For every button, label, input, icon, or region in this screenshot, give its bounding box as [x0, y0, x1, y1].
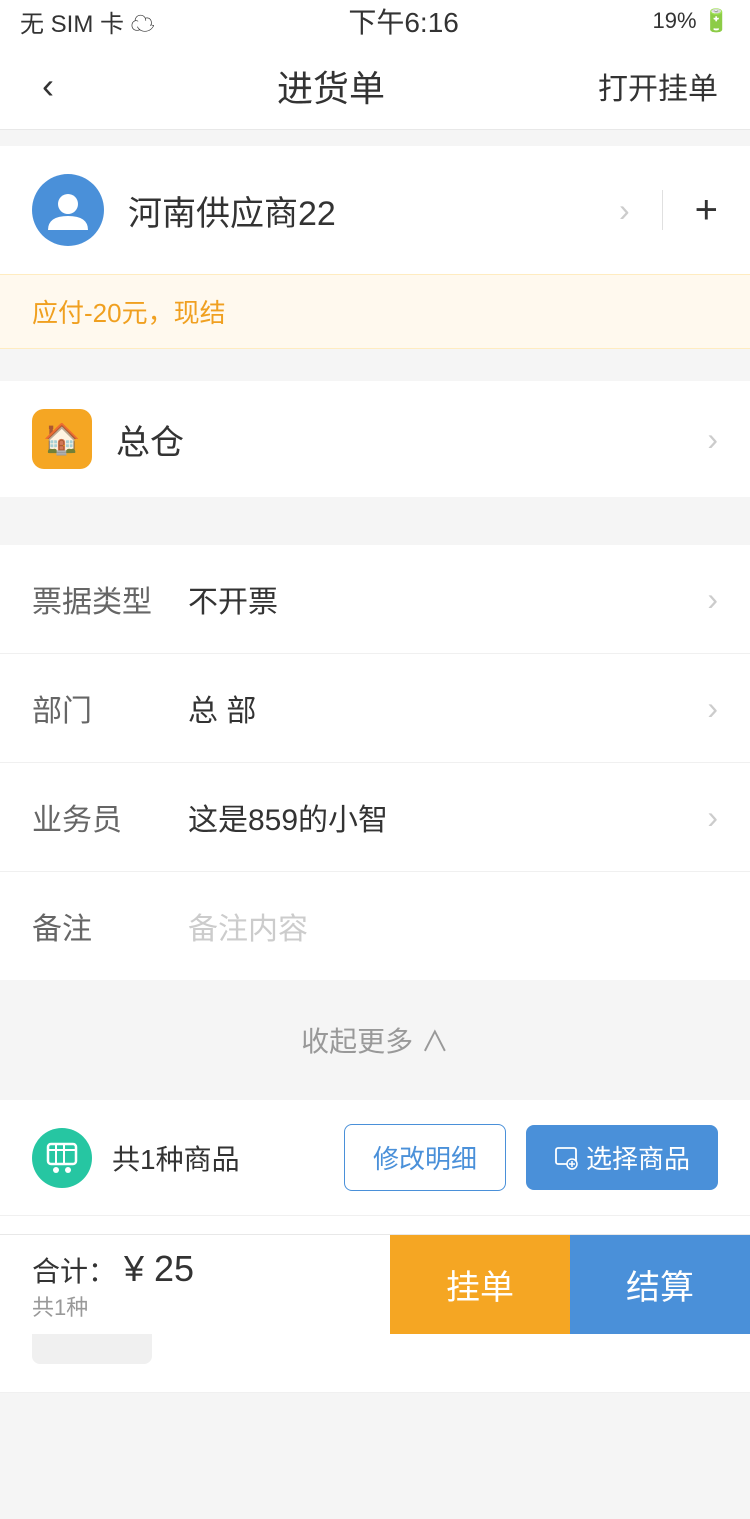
divider — [662, 190, 663, 230]
chevron-right-icon: › — [619, 192, 630, 229]
supplier-name: 河南供应商22 — [128, 186, 619, 235]
collapse-bar[interactable]: 收起更多 ∧ — [0, 996, 750, 1084]
page-title: 进货单 — [277, 60, 385, 112]
notice-text: 应付-20元，现结 — [32, 298, 226, 328]
open-hang-button[interactable]: 打开挂单 — [598, 64, 718, 108]
remark-row[interactable]: 备注 备注内容 — [0, 872, 750, 980]
battery-label: 19% — [653, 8, 697, 34]
supplier-actions: › + — [619, 188, 718, 233]
chevron-right-icon: › — [707, 690, 718, 727]
total-count: 共1种 — [32, 1290, 358, 1322]
separator-4 — [0, 1084, 750, 1100]
product-count-label: 共1种商品 — [112, 1138, 324, 1178]
status-bar: 无 SIM 卡 ☁ 下午6:16 19% 🔋 — [0, 0, 750, 42]
form-section: 票据类型 不开票 › 部门 总 部 › 业务员 这是859的小智 › 备注 备注… — [0, 545, 750, 980]
warehouse-row[interactable]: 🏠 总仓 › — [0, 381, 750, 497]
chevron-right-icon: › — [707, 799, 718, 836]
select-product-label: 选择商品 — [586, 1139, 690, 1176]
edit-detail-button[interactable]: 修改明细 — [344, 1124, 506, 1191]
status-right: 19% 🔋 — [653, 8, 730, 34]
supplier-section: 河南供应商22 › + 应付-20元，现结 — [0, 146, 750, 349]
battery-icon: 🔋 — [703, 8, 730, 34]
hang-button[interactable]: 挂单 — [390, 1235, 570, 1334]
sales-value: 这是859的小智 — [188, 795, 707, 839]
status-time: 下午6:16 — [348, 1, 459, 41]
separator-3 — [0, 513, 750, 529]
dept-label: 部门 — [32, 686, 172, 730]
nav-bar: ‹ 进货单 打开挂单 — [0, 42, 750, 130]
sales-label: 业务员 — [32, 795, 172, 839]
total-label: 合计： — [32, 1250, 116, 1290]
warehouse-name: 总仓 — [116, 415, 707, 464]
chevron-right-icon: › — [707, 421, 718, 458]
notice-bar: 应付-20元，现结 — [0, 274, 750, 349]
separator-1 — [0, 130, 750, 146]
chevron-right-icon: › — [707, 581, 718, 618]
invoice-label: 票据类型 — [32, 577, 172, 621]
supplier-avatar — [32, 174, 104, 246]
total-amount: ¥ 25 — [124, 1248, 194, 1290]
checkout-button[interactable]: 结算 — [570, 1235, 750, 1334]
product-header: 共1种商品 修改明细 选择商品 — [0, 1100, 750, 1216]
supplier-row[interactable]: 河南供应商22 › + — [0, 146, 750, 274]
house-icon: 🏠 — [43, 422, 80, 457]
add-icon[interactable]: + — [695, 188, 718, 233]
warehouse-section: 🏠 总仓 › — [0, 381, 750, 497]
collapse-label: 收起更多 ∧ — [301, 1020, 449, 1060]
bottom-bar: 合计： ¥ 25 共1种 挂单 结算 — [0, 1234, 750, 1334]
dept-row[interactable]: 部门 总 部 › — [0, 654, 750, 763]
sales-row[interactable]: 业务员 这是859的小智 › — [0, 763, 750, 872]
remark-input[interactable]: 备注内容 — [188, 904, 718, 948]
sim-label: 无 SIM 卡 ☁ — [20, 4, 155, 39]
warehouse-icon-bg: 🏠 — [32, 409, 92, 469]
person-icon — [44, 186, 92, 234]
select-product-button[interactable]: 选择商品 — [526, 1125, 718, 1190]
invoice-row[interactable]: 票据类型 不开票 › — [0, 545, 750, 654]
cart-icon — [44, 1140, 80, 1176]
status-left: 无 SIM 卡 ☁ — [20, 4, 155, 39]
product-icon-bg — [32, 1128, 92, 1188]
separator-2 — [0, 349, 750, 365]
remark-label: 备注 — [32, 904, 172, 948]
select-product-icon — [554, 1146, 578, 1170]
invoice-value: 不开票 — [188, 577, 707, 621]
bottom-spacer — [0, 1409, 750, 1519]
dept-value: 总 部 — [188, 686, 707, 730]
total-area: 合计： ¥ 25 共1种 — [0, 1235, 390, 1334]
back-button[interactable]: ‹ — [32, 55, 64, 117]
